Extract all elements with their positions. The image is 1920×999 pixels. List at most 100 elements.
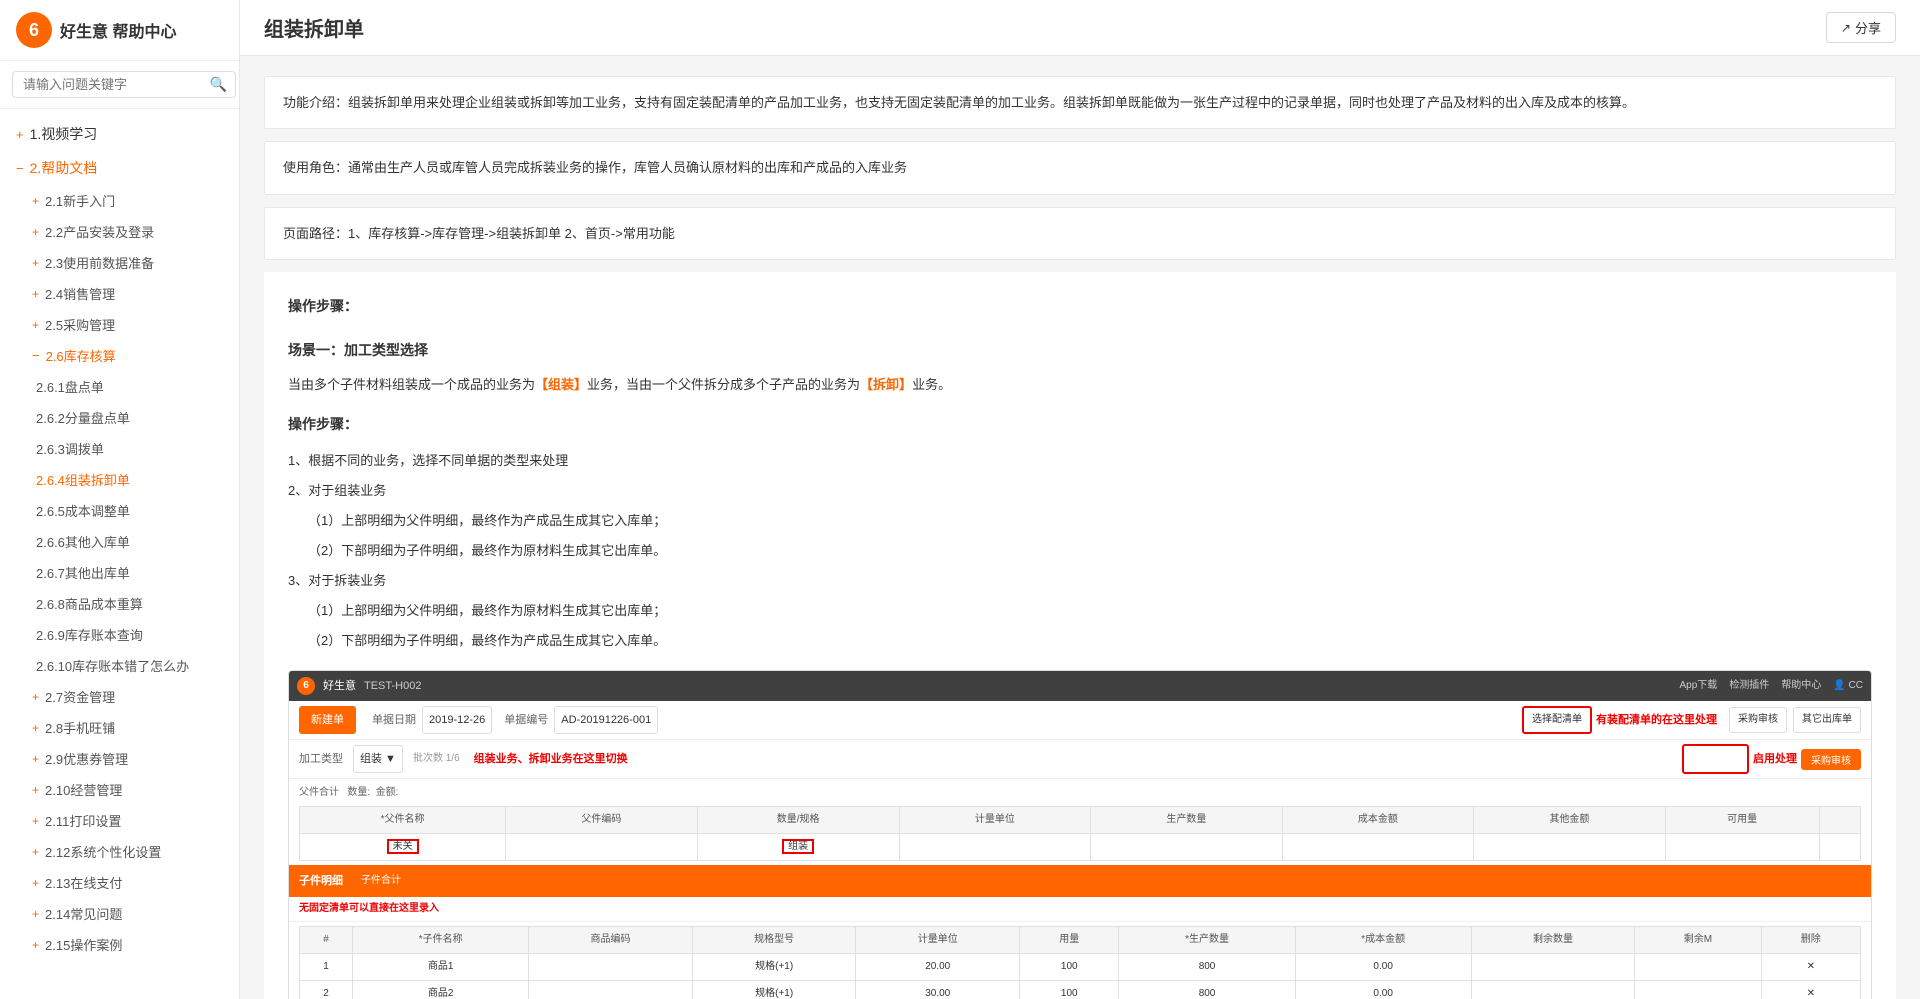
th-parent-code: 父件编码 [506, 807, 698, 834]
ss-doc-date[interactable]: 2019-12-26 [422, 706, 492, 734]
minus-icon2: − [32, 348, 40, 363]
sidebar-leaf-2-6-1[interactable]: 2.6.1盘点单 [0, 371, 239, 402]
ss-top-table: *父件名称 父件编码 数量/规格 计量单位 生产数量 成本金额 其他金额 可用量 [299, 806, 1861, 861]
sidebar-leaf-2-6-10[interactable]: 2.6.10库存账本错了怎么办 [0, 650, 239, 681]
std-usage-2: 100 [1020, 981, 1119, 999]
step1: 1、根据不同的业务，选择不同单据的类型来处理 [288, 448, 1872, 474]
td-pqty [1091, 834, 1283, 861]
ss-title: 好生意 [323, 675, 356, 697]
sidebar-leaf-2-6-7[interactable]: 2.6.7其他出库单 [0, 557, 239, 588]
th-cost: 成本金额 [1282, 807, 1474, 834]
sth-no: # [300, 927, 353, 954]
ann-label-1: 有装配清单的在这里处理 [1596, 709, 1717, 731]
intro-block-1: 功能介绍：组装拆卸单用来处理企业组装或拆卸等加工业务，支持有固定装配清单的产品加… [264, 76, 1896, 129]
sidebar-item-install[interactable]: + 2.2产品安装及登录 [0, 216, 239, 247]
sidebar-item-finance[interactable]: + 2.7资金管理 [0, 681, 239, 712]
logo-icon: 6 [16, 12, 52, 48]
keyword-disassemble: 【拆卸】 [860, 377, 912, 392]
ss-tab-new[interactable]: 新建单 [299, 706, 356, 734]
td-code [506, 834, 698, 861]
sidebar-item-dataprep[interactable]: + 2.3使用前数据准备 [0, 247, 239, 278]
sub-plus-icon4: + [32, 721, 39, 735]
sub-table-row: 2 商品2 规格(+1) 30.00 100 800 0.00 [300, 981, 1861, 999]
sidebar-leaf-2-6-2[interactable]: 2.6.2分量盘点单 [0, 402, 239, 433]
sidebar-item-coupon[interactable]: + 2.9优惠券管理 [0, 743, 239, 774]
sidebar-leaf-2-6-9[interactable]: 2.6.9库存账本查询 [0, 619, 239, 650]
step2: 2、对于组装业务 [288, 478, 1872, 504]
std-remm-1 [1635, 954, 1761, 981]
step2-2: （2）下部明细为子件明细，最终作为原材料生成其它出库单。 [308, 538, 1872, 564]
td-cost [1282, 834, 1474, 861]
std-name-1: 商品1 [353, 954, 529, 981]
sth-remainm: 剩余M [1635, 927, 1761, 954]
th-parent-name: *父件名称 [300, 807, 506, 834]
sidebar-item-sales[interactable]: + 2.4销售管理 [0, 278, 239, 309]
ss-sub-count: 子件合计 [361, 871, 401, 891]
std-pqty-1: 800 [1119, 954, 1295, 981]
ss-help-center: 帮助中心 [1781, 676, 1821, 696]
sub-plus-icon7: + [32, 814, 39, 828]
sub-plus-icon: + [32, 318, 39, 332]
search-input[interactable] [12, 71, 236, 98]
ss-enable-input[interactable] [1682, 744, 1749, 774]
ss-logo: 6 [297, 677, 315, 695]
step2-1: （1）上部明细为父件明细，最终作为产成品生成其它入库单； [308, 508, 1872, 534]
sth-pqty: *生产数量 [1119, 927, 1295, 954]
ss-top-table-label: 父件合计 数量: 金额: [299, 783, 1861, 803]
std-no-2: 2 [300, 981, 353, 999]
sidebar-item-mobile[interactable]: + 2.8手机旺铺 [0, 712, 239, 743]
logo-title: 好生意 帮助中心 [60, 18, 176, 42]
std-pqty-2: 800 [1119, 981, 1295, 999]
sth-usage: 用量 [1020, 927, 1119, 954]
sidebar-leaf-2-6-8[interactable]: 2.6.8商品成本重算 [0, 588, 239, 619]
std-del-1[interactable]: ✕ [1761, 954, 1860, 981]
sidebar: 6 好生意 帮助中心 🔍 + 1.视频学习 − 2.帮助文档 + 2.1新手入门… [0, 0, 240, 999]
ann-label-4: 无固定清单可以直接在这里录入 [299, 903, 439, 914]
td-parent-name: 未关 [300, 834, 506, 861]
std-del-2[interactable]: ✕ [1761, 981, 1860, 999]
search-button[interactable]: 🔍 [210, 76, 227, 93]
table-header-row: *父件名称 父件编码 数量/规格 计量单位 生产数量 成本金额 其他金额 可用量 [300, 807, 1861, 834]
sidebar-item-inventory[interactable]: − 2.6库存核算 [0, 340, 239, 371]
sidebar-item-payment[interactable]: + 2.13在线支付 [0, 867, 239, 898]
sidebar-leaf-2-6-4[interactable]: 2.6.4组装拆卸单 [0, 464, 239, 495]
std-spec-2: 规格(+1) [692, 981, 856, 999]
ss-btn-approve[interactable]: 采购审核 [1729, 707, 1787, 733]
ss-toolbar: 新建单 单据日期 2019-12-26 单据编号 AD-20191226-001… [289, 701, 1871, 740]
sidebar-item-cases[interactable]: + 2.15操作案例 [0, 929, 239, 960]
sidebar-item-ops[interactable]: + 2.10经营管理 [0, 774, 239, 805]
std-unit-2: 30.00 [856, 981, 1020, 999]
td-other [1474, 834, 1666, 861]
ss-template-btn[interactable]: 选择配清单 [1522, 706, 1592, 734]
sidebar-item-newcomer[interactable]: + 2.1新手入门 [0, 185, 239, 216]
th-unit: 计量单位 [899, 807, 1091, 834]
sidebar-item-print[interactable]: + 2.11打印设置 [0, 805, 239, 836]
minus-icon: − [16, 161, 24, 176]
sidebar-leaf-2-6-5[interactable]: 2.6.5成本调整单 [0, 495, 239, 526]
share-button[interactable]: ↗ 分享 [1826, 12, 1896, 43]
sub-plus-icon5: + [32, 752, 39, 766]
share-icon: ↗ [1841, 21, 1851, 35]
sidebar-item-purchase[interactable]: + 2.5采购管理 [0, 309, 239, 340]
sub-plus-icon: + [32, 256, 39, 270]
sidebar-leaf-2-6-6[interactable]: 2.6.6其他入库单 [0, 526, 239, 557]
ss-btn-other[interactable]: 其它出库单 [1793, 707, 1861, 733]
ss-save-btn[interactable]: 采购审核 [1801, 749, 1861, 770]
std-spec-1: 规格(+1) [692, 954, 856, 981]
sidebar-header: 6 好生意 帮助中心 [0, 0, 239, 61]
sidebar-item-video[interactable]: + 1.视频学习 [0, 117, 239, 151]
intro-block-2: 使用角色：通常由生产人员或库管人员完成拆装业务的操作，库管人员确认原材料的出库和… [264, 141, 1896, 194]
breadcrumb: 页面路径：1、库存核算->库存管理->组装拆卸单 2、首页->常用功能 [283, 226, 675, 241]
sidebar-leaf-2-6-3[interactable]: 2.6.3调拨单 [0, 433, 239, 464]
sth-spec: 规格型号 [692, 927, 856, 954]
step3-2: （2）下部明细为子件明细，最终作为产成品生成其它入库单。 [308, 628, 1872, 654]
sidebar-item-docs[interactable]: − 2.帮助文档 [0, 151, 239, 185]
ss-type-select[interactable]: 组装 ▼ [353, 745, 403, 773]
sidebar-item-faq[interactable]: + 2.14常见问题 [0, 898, 239, 929]
sidebar-item-personalize[interactable]: + 2.12系统个性化设置 [0, 836, 239, 867]
ss-topbar-right: App下载 检测插件 帮助中心 👤 CC [1680, 676, 1863, 696]
ss-doc-number[interactable]: AD-20191226-001 [554, 706, 658, 734]
std-cost-1: 0.00 [1295, 954, 1471, 981]
sth-code: 商品编码 [529, 927, 693, 954]
std-remm-2 [1635, 981, 1761, 999]
